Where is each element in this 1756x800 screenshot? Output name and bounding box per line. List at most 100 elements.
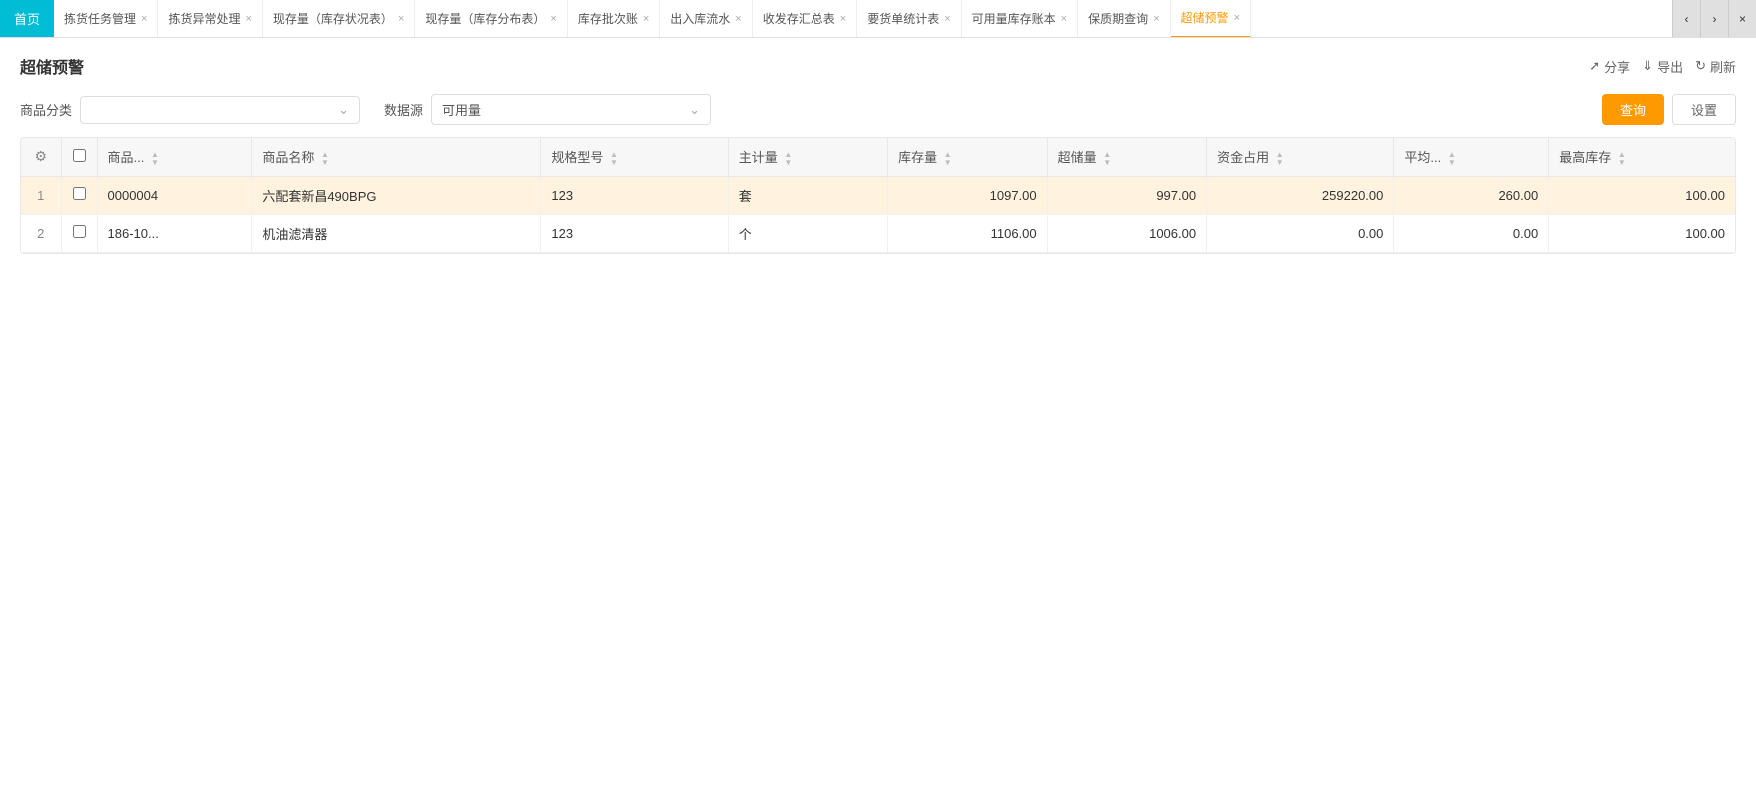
tab-10-close[interactable]: × [1153,13,1159,25]
row-checkbox[interactable] [73,187,86,200]
sort-icon: ▲ ▼ [1618,151,1626,167]
select-all-checkbox[interactable] [73,149,86,162]
datasource-filter-group: 数据源 可用量 ⌄ [384,94,711,125]
datasource-chevron-icon: ⌄ [689,102,700,118]
tab-11[interactable]: 超储预警 × [1171,0,1251,38]
datasource-select[interactable]: 可用量 ⌄ [431,94,711,125]
row-checkbox-cell[interactable] [61,214,97,252]
table-row: 1 0000004 六配套新昌490BPG 123 套 1097.00 997.… [21,176,1735,214]
export-icon: ⇓ [1642,58,1653,74]
row-over: 997.00 [1047,176,1206,214]
sort-icon: ▲ ▼ [784,151,792,167]
main-content: 超储预警 ➚ 分享 ⇓ 导出 ↻ 刷新 商品分类 ⌄ 数据源 [0,38,1756,800]
col-header-settings[interactable]: ⚙ [21,138,61,176]
tab-6[interactable]: 出入库流水 × [660,0,752,38]
col-header-stock[interactable]: 库存量 ▲ ▼ [888,138,1047,176]
col-header-capital[interactable]: 资金占用 ▲ ▼ [1207,138,1394,176]
tab-6-close[interactable]: × [735,13,741,25]
navigation-bar: 首页 拣货任务管理 × 拣货异常处理 × 现存量（库存状况表） × 现存量（库存… [0,0,1756,38]
header-actions: ➚ 分享 ⇓ 导出 ↻ 刷新 [1589,57,1736,76]
row-capital: 0.00 [1207,214,1394,252]
table-row: 2 186-10... 机油滤清器 123 个 1106.00 1006.00 … [21,214,1735,252]
nav-arrow-right[interactable]: › [1700,0,1728,38]
filter-actions: 查询 设置 [1602,94,1736,125]
row-max: 100.00 [1549,214,1735,252]
col-header-unit[interactable]: 主计量 ▲ ▼ [728,138,887,176]
category-chevron-icon: ⌄ [338,102,349,118]
page-header: 超储预警 ➚ 分享 ⇓ 导出 ↻ 刷新 [20,54,1736,78]
datasource-label: 数据源 [384,100,423,119]
tab-4-close[interactable]: × [550,13,556,25]
row-code: 0000004 [97,176,252,214]
tab-5-close[interactable]: × [643,13,649,25]
data-table: ⚙ 商品... ▲ ▼ 商品名称 [21,138,1735,253]
nav-home[interactable]: 首页 [0,0,54,38]
tab-3-close[interactable]: × [398,13,404,25]
row-unit: 个 [728,214,887,252]
tab-1-close[interactable]: × [141,13,147,25]
tab-7-close[interactable]: × [840,13,846,25]
row-code: 186-10... [97,214,252,252]
nav-arrows: ‹ › × [1672,0,1756,38]
datasource-select-value: 可用量 [442,100,689,119]
row-spec: 123 [541,214,728,252]
tab-9[interactable]: 可用量库存账本 × [962,0,1078,38]
sort-icon: ▲ ▼ [151,151,159,167]
row-number: 2 [21,214,61,252]
row-avg: 260.00 [1394,176,1549,214]
tab-2[interactable]: 拣货异常处理 × [158,0,262,38]
col-header-spec[interactable]: 规格型号 ▲ ▼ [541,138,728,176]
query-button[interactable]: 查询 [1602,94,1664,125]
row-spec: 123 [541,176,728,214]
sort-icon: ▲ ▼ [1448,151,1456,167]
sort-icon: ▲ ▼ [1103,151,1111,167]
tab-5[interactable]: 库存批次账 × [568,0,660,38]
col-header-avg[interactable]: 平均... ▲ ▼ [1394,138,1549,176]
row-capital: 259220.00 [1207,176,1394,214]
row-max: 100.00 [1549,176,1735,214]
category-filter-group: 商品分类 ⌄ [20,96,360,124]
col-header-max[interactable]: 最高库存 ▲ ▼ [1549,138,1735,176]
category-select[interactable]: ⌄ [80,96,360,124]
sort-icon: ▲ ▼ [610,151,618,167]
page-title: 超储预警 [20,54,84,78]
tab-3[interactable]: 现存量（库存状况表） × [263,0,415,38]
tab-2-close[interactable]: × [245,13,251,25]
export-action[interactable]: ⇓ 导出 [1642,57,1683,76]
tab-9-close[interactable]: × [1061,13,1067,25]
row-stock: 1106.00 [888,214,1047,252]
row-name: 六配套新昌490BPG [252,176,541,214]
tab-7[interactable]: 收发存汇总表 × [753,0,857,38]
refresh-icon: ↻ [1695,58,1706,74]
tab-1[interactable]: 拣货任务管理 × [54,0,158,38]
row-over: 1006.00 [1047,214,1206,252]
row-avg: 0.00 [1394,214,1549,252]
table-header-row: ⚙ 商品... ▲ ▼ 商品名称 [21,138,1735,176]
tab-10[interactable]: 保质期查询 × [1078,0,1170,38]
row-checkbox-cell[interactable] [61,176,97,214]
row-name: 机油滤清器 [252,214,541,252]
tab-11-close[interactable]: × [1234,12,1240,24]
col-header-over[interactable]: 超储量 ▲ ▼ [1047,138,1206,176]
settings-button[interactable]: 设置 [1672,94,1736,125]
filter-row: 商品分类 ⌄ 数据源 可用量 ⌄ 查询 设置 [20,94,1736,125]
category-label: 商品分类 [20,100,72,119]
row-stock: 1097.00 [888,176,1047,214]
share-action[interactable]: ➚ 分享 [1589,57,1630,76]
row-number: 1 [21,176,61,214]
nav-arrow-close[interactable]: × [1728,0,1756,38]
col-header-checkbox[interactable] [61,138,97,176]
gear-icon[interactable]: ⚙ [34,148,47,164]
nav-arrow-left[interactable]: ‹ [1672,0,1700,38]
row-unit: 套 [728,176,887,214]
tab-4[interactable]: 现存量（库存分布表） × [415,0,567,38]
col-header-name[interactable]: 商品名称 ▲ ▼ [252,138,541,176]
tab-8-close[interactable]: × [944,13,950,25]
sort-icon: ▲ ▼ [944,151,952,167]
row-checkbox[interactable] [73,225,86,238]
col-header-code[interactable]: 商品... ▲ ▼ [97,138,252,176]
refresh-action[interactable]: ↻ 刷新 [1695,57,1736,76]
tab-8[interactable]: 要货单统计表 × [857,0,961,38]
data-table-container: ⚙ 商品... ▲ ▼ 商品名称 [20,137,1736,254]
share-icon: ➚ [1589,58,1600,74]
